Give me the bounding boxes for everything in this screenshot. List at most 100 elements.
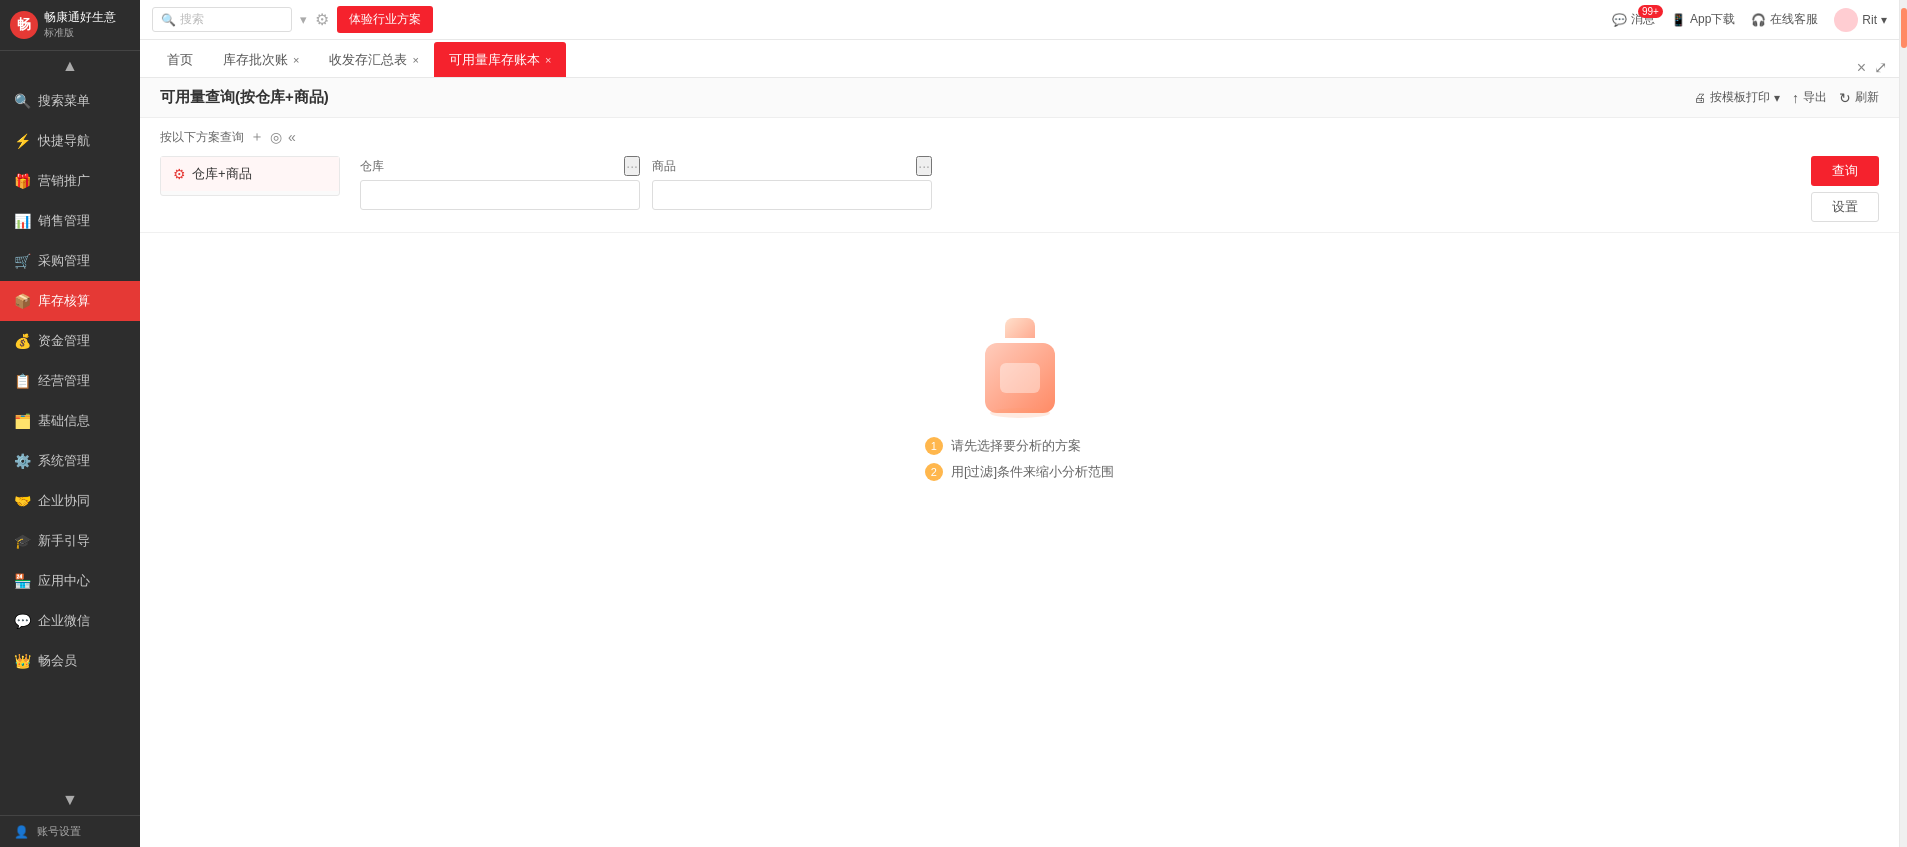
scrollbar-thumb[interactable]: [1901, 8, 1907, 48]
filter-scheme-panel: ⚙ 仓库+商品: [160, 156, 340, 196]
user-icon: 👤: [14, 825, 29, 839]
sidebar-item-label: 企业协同: [38, 492, 90, 510]
sidebar-item-label: 企业微信: [38, 612, 90, 630]
header-gear-icon[interactable]: ⚙: [315, 10, 329, 29]
sidebar-item-marketing[interactable]: 🎁 营销推广: [0, 161, 140, 201]
empty-tip-2: 2 用[过滤]条件来缩小分析范围: [925, 463, 1114, 481]
avatar: [1834, 8, 1858, 32]
sidebar-item-label: 销售管理: [38, 212, 90, 230]
header-actions: 💬 消息 99+ 📱 App下载 🎧 在线客服 Rit ▾: [1612, 8, 1887, 32]
robot-top: [1005, 318, 1035, 338]
sidebar-item-basic[interactable]: 🗂️ 基础信息: [0, 401, 140, 441]
brand-header: 畅 畅康通好生意 标准版: [0, 0, 140, 51]
sidebar-item-label: 营销推广: [38, 172, 90, 190]
print-btn[interactable]: 🖨 按模板打印 ▾: [1694, 89, 1780, 106]
scheme-label: 仓库+商品: [192, 165, 252, 183]
warehouse-more-btn[interactable]: ···: [624, 156, 640, 176]
refresh-btn[interactable]: ↻ 刷新: [1839, 89, 1879, 106]
sidebar-item-shortcut[interactable]: ⚡ 快捷导航: [0, 121, 140, 161]
message-btn[interactable]: 💬 消息 99+: [1612, 11, 1655, 28]
filter-field-header: 商品 ···: [652, 156, 932, 176]
brand-icon: 畅: [10, 11, 38, 39]
filter-settings-btn[interactable]: ◎: [270, 129, 282, 145]
filter-fields-area: 仓库 ··· 商品 ···: [340, 156, 1791, 210]
print-chevron-icon: ▾: [1774, 91, 1780, 105]
sidebar-user-bottom[interactable]: 👤 账号设置: [0, 815, 140, 847]
sidebar-item-appstore[interactable]: 🏪 应用中心: [0, 561, 140, 601]
goods-input[interactable]: [652, 180, 932, 210]
filter-add-btn[interactable]: ＋: [250, 128, 264, 146]
user-menu-btn[interactable]: Rit ▾: [1834, 8, 1887, 32]
message-badge: 99+: [1638, 5, 1663, 18]
tab-batch[interactable]: 库存批次账 ×: [208, 42, 314, 77]
store-icon: 🏪: [14, 573, 30, 589]
sidebar-item-label: 系统管理: [38, 452, 90, 470]
empty-tip-1: 1 请先选择要分析的方案: [925, 437, 1114, 455]
phone-icon: 📱: [1671, 13, 1686, 27]
tab-close-icon[interactable]: ×: [293, 54, 299, 66]
robot-body: [985, 343, 1055, 413]
brand-badge: 标准版: [44, 26, 116, 40]
sidebar-item-wechat[interactable]: 💬 企业微信: [0, 601, 140, 641]
filter-collapse-btn[interactable]: «: [288, 129, 296, 145]
tab-expand-btn[interactable]: ⤢: [1874, 58, 1887, 77]
tip-text-1: 请先选择要分析的方案: [951, 437, 1081, 455]
goods-label: 商品: [652, 158, 676, 175]
refresh-icon: ↻: [1839, 90, 1851, 106]
refresh-label: 刷新: [1855, 89, 1879, 106]
header-chevron-icon[interactable]: ▾: [300, 12, 307, 27]
tab-summary[interactable]: 收发存汇总表 ×: [314, 42, 433, 77]
app-label: App下载: [1690, 11, 1735, 28]
sidebar-item-search[interactable]: 🔍 搜索菜单: [0, 81, 140, 121]
sidebar-item-newbie[interactable]: 🎓 新手引导: [0, 521, 140, 561]
sidebar-item-label: 基础信息: [38, 412, 90, 430]
setting-btn[interactable]: 设置: [1811, 192, 1879, 222]
sidebar-item-finance[interactable]: 💰 资金管理: [0, 321, 140, 361]
export-btn[interactable]: ↑ 导出: [1792, 89, 1827, 106]
filter-header-label: 按以下方案查询: [160, 129, 244, 146]
export-label: 导出: [1803, 89, 1827, 106]
empty-state: 1 请先选择要分析的方案 2 用[过滤]条件来缩小分析范围: [140, 233, 1899, 561]
query-btn[interactable]: 查询: [1811, 156, 1879, 186]
sidebar-item-inventory[interactable]: 📦 库存核算: [0, 281, 140, 321]
search-icon: 🔍: [14, 93, 30, 109]
header-search-box[interactable]: 🔍 搜索: [152, 7, 292, 32]
sidebar-scroll-down[interactable]: ▼: [0, 785, 140, 815]
sidebar-item-label: 资金管理: [38, 332, 90, 350]
sidebar-item-sales[interactable]: 📊 销售管理: [0, 201, 140, 241]
filter-body: ⚙ 仓库+商品 仓库 ··· 商品: [160, 156, 1879, 222]
industry-btn[interactable]: 体验行业方案: [337, 6, 433, 33]
sidebar-item-vip[interactable]: 👑 畅会员: [0, 641, 140, 681]
warehouse-input[interactable]: [360, 180, 640, 210]
message-icon: 💬: [1612, 13, 1627, 27]
sidebar-item-label: 应用中心: [38, 572, 90, 590]
main-area: 🔍 搜索 ▾ ⚙ 体验行业方案 💬 消息 99+ 📱 App下载 🎧 在线客服: [140, 0, 1899, 847]
tab-window-btns: × ⤢: [1857, 58, 1887, 77]
filter-field-goods: 商品 ···: [652, 156, 932, 210]
tab-available[interactable]: 可用量库存账本 ×: [434, 42, 566, 77]
export-icon: ↑: [1792, 90, 1799, 106]
right-scrollbar[interactable]: [1899, 0, 1907, 847]
filter-header: 按以下方案查询 ＋ ◎ «: [160, 128, 1879, 146]
gear-icon: ⚙️: [14, 453, 30, 469]
sidebar-item-label: 快捷导航: [38, 132, 90, 150]
tab-home[interactable]: 首页: [152, 42, 208, 77]
sidebar-item-system[interactable]: ⚙️ 系统管理: [0, 441, 140, 481]
sidebar-item-operations[interactable]: 📋 经营管理: [0, 361, 140, 401]
warehouse-label: 仓库: [360, 158, 384, 175]
sidebar-scroll-up[interactable]: ▲: [0, 51, 140, 81]
filter-scheme-item[interactable]: ⚙ 仓库+商品: [161, 157, 339, 191]
sidebar-item-purchase[interactable]: 🛒 采购管理: [0, 241, 140, 281]
sidebar-item-label: 新手引导: [38, 532, 90, 550]
goods-more-btn[interactable]: ···: [916, 156, 932, 176]
tip-text-2: 用[过滤]条件来缩小分析范围: [951, 463, 1114, 481]
app-download-btn[interactable]: 📱 App下载: [1671, 11, 1735, 28]
print-icon: 🖨: [1694, 91, 1706, 105]
tip-num-2: 2: [925, 463, 943, 481]
sidebar-item-enterprise[interactable]: 🤝 企业协同: [0, 481, 140, 521]
user-chevron-icon: ▾: [1881, 13, 1887, 27]
tab-close-window-btn[interactable]: ×: [1857, 59, 1866, 77]
tab-close-icon[interactable]: ×: [545, 54, 551, 66]
tab-close-icon[interactable]: ×: [412, 54, 418, 66]
service-btn[interactable]: 🎧 在线客服: [1751, 11, 1818, 28]
